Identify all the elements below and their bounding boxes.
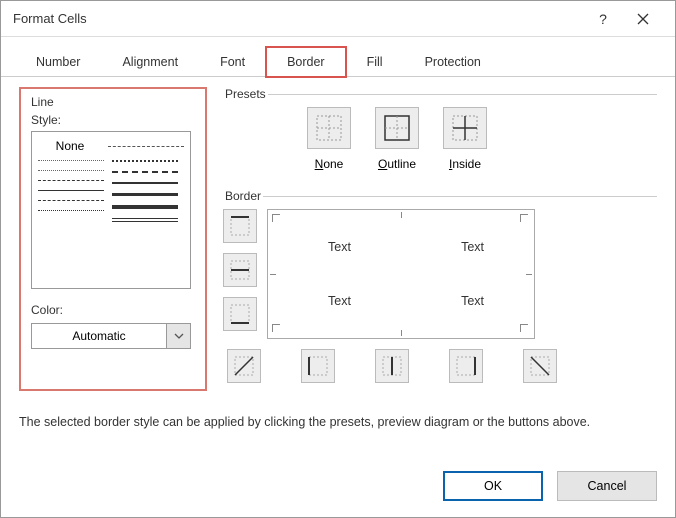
preset-outline-button[interactable] bbox=[375, 107, 419, 149]
preview-text-bl: Text bbox=[328, 294, 351, 308]
presets-border-area: Presets None Outline bbox=[223, 87, 657, 391]
line-style-thick[interactable] bbox=[112, 193, 178, 196]
tab-number[interactable]: Number bbox=[15, 47, 101, 77]
border-right-button[interactable] bbox=[449, 349, 483, 383]
line-color-value: Automatic bbox=[31, 323, 167, 349]
line-style-hair[interactable] bbox=[38, 160, 104, 161]
border-preview[interactable]: Text Text Text Text bbox=[267, 209, 535, 339]
style-label: Style: bbox=[31, 113, 195, 127]
close-icon bbox=[637, 13, 649, 25]
tab-fill[interactable]: Fill bbox=[346, 47, 404, 77]
border-right-icon bbox=[455, 355, 477, 377]
line-style-dash-dot-dot[interactable] bbox=[108, 146, 184, 147]
preset-inside-label: Inside bbox=[449, 157, 481, 171]
dialog-footer: OK Cancel bbox=[443, 471, 657, 501]
preset-inside-button[interactable] bbox=[443, 107, 487, 149]
line-style-med-dashed[interactable] bbox=[112, 171, 178, 173]
border-left-icon bbox=[307, 355, 329, 377]
tab-alignment[interactable]: Alignment bbox=[101, 47, 199, 77]
line-style-dash-dot[interactable] bbox=[38, 200, 104, 201]
tab-protection[interactable]: Protection bbox=[404, 47, 502, 77]
close-button[interactable] bbox=[623, 1, 663, 37]
tab-border[interactable]: Border bbox=[266, 47, 346, 77]
border-group: Border Text Text Text bbox=[223, 189, 657, 383]
line-style-thin[interactable] bbox=[38, 190, 104, 191]
preview-text-tl: Text bbox=[328, 240, 351, 254]
line-style-med-dotted[interactable] bbox=[112, 160, 178, 162]
line-style-list[interactable]: None bbox=[31, 131, 191, 289]
preset-none-label: None bbox=[315, 157, 344, 171]
tab-bar: Number Alignment Font Border Fill Protec… bbox=[1, 43, 675, 77]
info-text: The selected border style can be applied… bbox=[19, 415, 657, 429]
line-group-label: Line bbox=[31, 95, 195, 109]
border-diagonal-up-button[interactable] bbox=[227, 349, 261, 383]
presets-group: Presets None Outline bbox=[223, 87, 657, 181]
border-top-button[interactable] bbox=[223, 209, 257, 243]
line-style-extra-thick[interactable] bbox=[112, 205, 178, 209]
border-top-icon bbox=[229, 215, 251, 237]
line-style-double[interactable] bbox=[112, 218, 178, 222]
line-panel: Line Style: None bbox=[19, 87, 207, 391]
border-diagonal-down-button[interactable] bbox=[523, 349, 557, 383]
cancel-button[interactable]: Cancel bbox=[557, 471, 657, 501]
border-horizontal-icon bbox=[229, 259, 251, 281]
border-bottom-icon bbox=[229, 303, 251, 325]
border-bottom-button[interactable] bbox=[223, 297, 257, 331]
border-vertical-icon bbox=[381, 355, 403, 377]
dialog-title: Format Cells bbox=[13, 11, 583, 26]
line-style-medium[interactable] bbox=[112, 182, 178, 184]
tab-font[interactable]: Font bbox=[199, 47, 266, 77]
chevron-down-icon bbox=[174, 333, 184, 339]
preset-outline-label: Outline bbox=[378, 157, 416, 171]
preview-text-tr: Text bbox=[461, 240, 484, 254]
border-diagonal-up-icon bbox=[233, 355, 255, 377]
preview-text-br: Text bbox=[461, 294, 484, 308]
line-style-dotted[interactable] bbox=[38, 170, 104, 171]
border-left-button[interactable] bbox=[301, 349, 335, 383]
line-color-select[interactable]: Automatic bbox=[31, 323, 191, 349]
line-style-dashed[interactable] bbox=[38, 180, 104, 181]
line-color-dropdown-button[interactable] bbox=[167, 323, 191, 349]
border-vertical-button[interactable] bbox=[375, 349, 409, 383]
help-button[interactable]: ? bbox=[583, 1, 623, 37]
presets-group-label: Presets bbox=[223, 87, 268, 101]
line-style-med-dash-dot-dot[interactable] bbox=[38, 210, 104, 211]
preset-none-icon bbox=[315, 114, 343, 142]
border-group-label: Border bbox=[223, 189, 263, 203]
title-bar: Format Cells ? bbox=[1, 1, 675, 37]
border-diagonal-down-icon bbox=[529, 355, 551, 377]
preset-inside-icon bbox=[451, 114, 479, 142]
preset-none-button[interactable] bbox=[307, 107, 351, 149]
ok-button[interactable]: OK bbox=[443, 471, 543, 501]
line-style-none[interactable]: None bbox=[38, 139, 102, 153]
border-horizontal-button[interactable] bbox=[223, 253, 257, 287]
preset-outline-icon bbox=[383, 114, 411, 142]
color-label: Color: bbox=[31, 303, 195, 317]
format-cells-dialog: Format Cells ? Number Alignment Font Bor… bbox=[0, 0, 676, 518]
